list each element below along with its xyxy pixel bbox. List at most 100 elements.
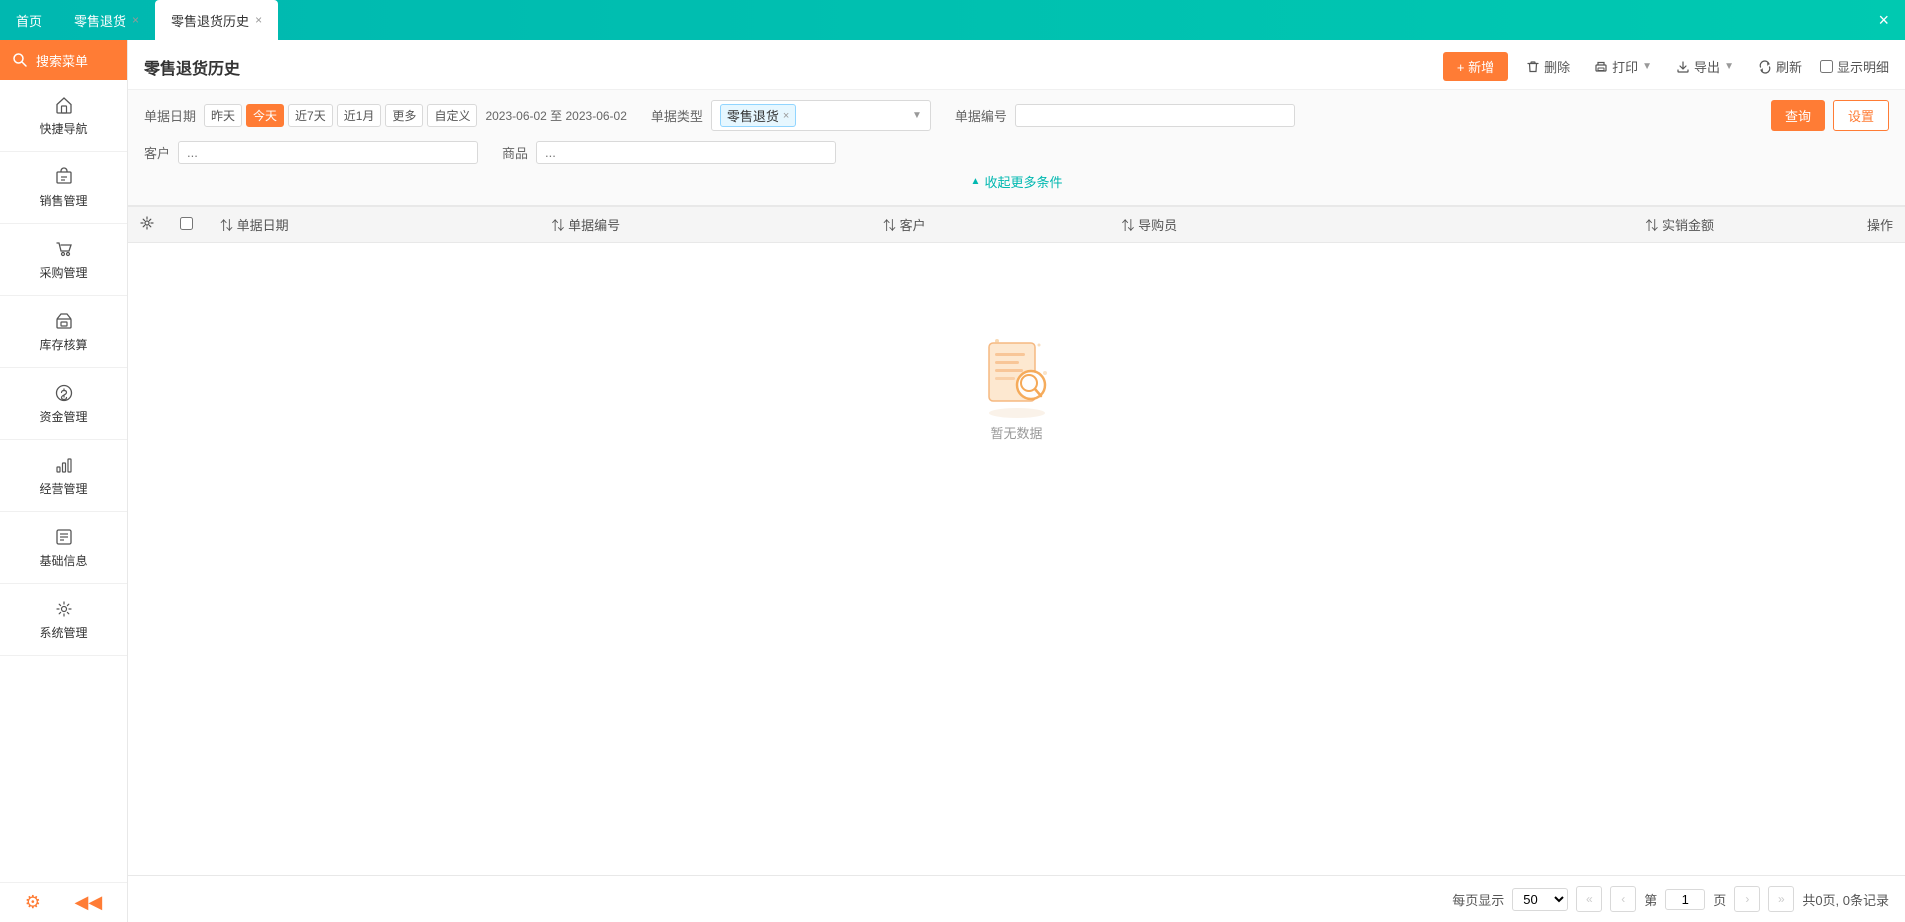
filter-date-item: 单据日期 昨天 今天 近7天 近1月 更多 自定义 2023-06-02 至 2… [144, 104, 627, 127]
show-detail-checkbox-label[interactable]: 显示明细 [1820, 57, 1889, 76]
pagination-bar: 每页显示 50 20 100 « ‹ 第 页 › » 共0页, 0条记录 [128, 875, 1905, 922]
table-header-row: ⇅ 单据日期 ⇅ 单据编号 ⇅ 客户 ⇅ 导购员 ⇅ 实销金额 [128, 207, 1905, 243]
print-button[interactable]: 打印 ▼ [1588, 53, 1658, 80]
date-btn-today[interactable]: 今天 [246, 104, 284, 127]
refresh-icon [1758, 60, 1772, 74]
settings-button[interactable]: 设置 [1833, 100, 1889, 131]
filter-row-1: 单据日期 昨天 今天 近7天 近1月 更多 自定义 2023-06-02 至 2… [144, 100, 1889, 131]
sidebar-label-base-info: 基础信息 [39, 552, 87, 569]
content-area: 零售退货历史 + 新增 删除 打印 ▼ [128, 40, 1905, 922]
tab-list: 首页 零售退货 × 零售退货历史 × [0, 0, 1862, 40]
date-btn-more[interactable]: 更多 [385, 104, 423, 127]
sidebar-label-inventory: 库存核算 [39, 336, 87, 353]
page-number-input[interactable] [1665, 889, 1705, 910]
date-btn-yesterday[interactable]: 昨天 [204, 104, 242, 127]
empty-row: 暂无数据 [128, 243, 1905, 523]
total-records-label: 共0页, 0条记录 [1802, 890, 1889, 909]
export-dropdown-icon[interactable]: ▼ [1724, 61, 1734, 72]
bill-no-label: 单据编号 [955, 106, 1007, 125]
base-info-icon [53, 526, 75, 548]
last-page-button[interactable]: » [1768, 886, 1794, 912]
date-btn-7days[interactable]: 近7天 [288, 104, 333, 127]
tab-home[interactable]: 首页 [0, 0, 58, 40]
th-amount[interactable]: ⇅ 实销金额 [1394, 207, 1726, 243]
page-size-select[interactable]: 50 20 100 [1512, 888, 1568, 911]
search-icon [12, 52, 28, 68]
refresh-button[interactable]: 刷新 [1752, 53, 1808, 80]
sidebar-label-sales-mgmt: 销售管理 [39, 192, 87, 209]
tab-retail-return-history[interactable]: 零售退货历史 × [155, 0, 278, 40]
bill-type-label: 单据类型 [651, 106, 703, 125]
query-button[interactable]: 查询 [1771, 100, 1825, 131]
sidebar-item-inventory[interactable]: 库存核算 [0, 296, 127, 368]
empty-text: 暂无数据 [990, 423, 1042, 442]
print-dropdown-icon[interactable]: ▼ [1642, 61, 1652, 72]
sidebar-item-operations[interactable]: 经营管理 [0, 440, 127, 512]
first-page-button[interactable]: « [1576, 886, 1602, 912]
sidebar-item-finance[interactable]: 资金管理 [0, 368, 127, 440]
sidebar: 搜索菜单 快捷导航 销售管理 [0, 40, 128, 922]
delete-button[interactable]: 删除 [1520, 53, 1576, 80]
export-button[interactable]: 导出 ▼ [1670, 53, 1740, 80]
bill-type-tag-close[interactable]: × [783, 110, 789, 122]
date-btn-custom[interactable]: 自定义 [427, 104, 477, 127]
th-bill-no[interactable]: ⇅ 单据编号 [540, 207, 872, 243]
sidebar-item-purchase-mgmt[interactable]: 采购管理 [0, 224, 127, 296]
table-container: ⇅ 单据日期 ⇅ 单据编号 ⇅ 客户 ⇅ 导购员 ⇅ 实销金额 [128, 206, 1905, 875]
window-close-button[interactable]: × [1862, 10, 1905, 31]
page-size-label: 每页显示 [1452, 890, 1504, 909]
tab-retail-return-close[interactable]: × [132, 13, 139, 27]
table-settings-icon [140, 216, 154, 230]
inventory-icon [53, 310, 75, 332]
date-btn-1month[interactable]: 近1月 [337, 104, 382, 127]
empty-state-icon [967, 323, 1067, 423]
sidebar-item-quick-nav[interactable]: 快捷导航 [0, 80, 127, 152]
finance-icon [53, 382, 75, 404]
page-label: 页 [1713, 890, 1726, 909]
tab-retail-return[interactable]: 零售退货 × [58, 0, 155, 40]
system-icon [53, 598, 75, 620]
sidebar-search[interactable]: 搜索菜单 [0, 40, 127, 80]
collapse-up-icon: ▲ [971, 176, 981, 187]
sidebar-label-system: 系统管理 [39, 624, 87, 641]
collapse-button[interactable]: ▲ 收起更多条件 [967, 168, 1067, 195]
delete-icon [1526, 60, 1540, 74]
goods-input[interactable] [536, 141, 836, 164]
sidebar-search-label: 搜索菜单 [36, 51, 88, 70]
th-guide[interactable]: ⇅ 导购员 [1110, 207, 1395, 243]
bill-type-input[interactable]: 零售退货 × ▼ [711, 100, 931, 131]
show-detail-checkbox[interactable] [1820, 60, 1833, 73]
customer-label: 客户 [144, 143, 170, 162]
th-bill-date[interactable]: ⇅ 单据日期 [208, 207, 540, 243]
operations-icon [53, 454, 75, 476]
settings-gear-button[interactable]: ⚙ [25, 892, 41, 913]
th-settings[interactable] [128, 207, 168, 243]
tab-retail-return-history-close[interactable]: × [255, 13, 262, 27]
add-button[interactable]: + 新增 [1443, 52, 1508, 81]
goods-label: 商品 [502, 143, 528, 162]
date-label: 单据日期 [144, 106, 196, 125]
sidebar-item-system[interactable]: 系统管理 [0, 584, 127, 656]
prev-page-button[interactable]: ‹ [1610, 886, 1636, 912]
sidebar-label-operations: 经营管理 [39, 480, 87, 497]
page-title: 零售退货历史 [144, 55, 240, 79]
select-all-checkbox[interactable] [180, 217, 193, 230]
filter-customer-item: 客户 [144, 141, 478, 164]
th-customer[interactable]: ⇅ 客户 [871, 207, 1109, 243]
data-table: ⇅ 单据日期 ⇅ 单据编号 ⇅ 客户 ⇅ 导购员 ⇅ 实销金额 [128, 206, 1905, 522]
next-page-button[interactable]: › [1734, 886, 1760, 912]
top-bar: 首页 零售退货 × 零售退货历史 × × [0, 0, 1905, 40]
customer-input[interactable] [178, 141, 478, 164]
volume-button[interactable]: ◀◀ [75, 892, 103, 913]
sales-icon [53, 166, 75, 188]
page-header: 零售退货历史 + 新增 删除 打印 ▼ [128, 40, 1905, 90]
th-action: 操作 [1726, 207, 1905, 243]
sidebar-label-quick-nav: 快捷导航 [39, 120, 87, 137]
bill-type-tag: 零售退货 × [720, 104, 796, 127]
home-icon [53, 94, 75, 116]
sidebar-item-base-info[interactable]: 基础信息 [0, 512, 127, 584]
th-checkbox[interactable] [168, 207, 208, 243]
bill-no-input[interactable] [1015, 104, 1295, 127]
bill-type-dropdown-icon[interactable]: ▼ [912, 110, 922, 121]
sidebar-item-sales-mgmt[interactable]: 销售管理 [0, 152, 127, 224]
